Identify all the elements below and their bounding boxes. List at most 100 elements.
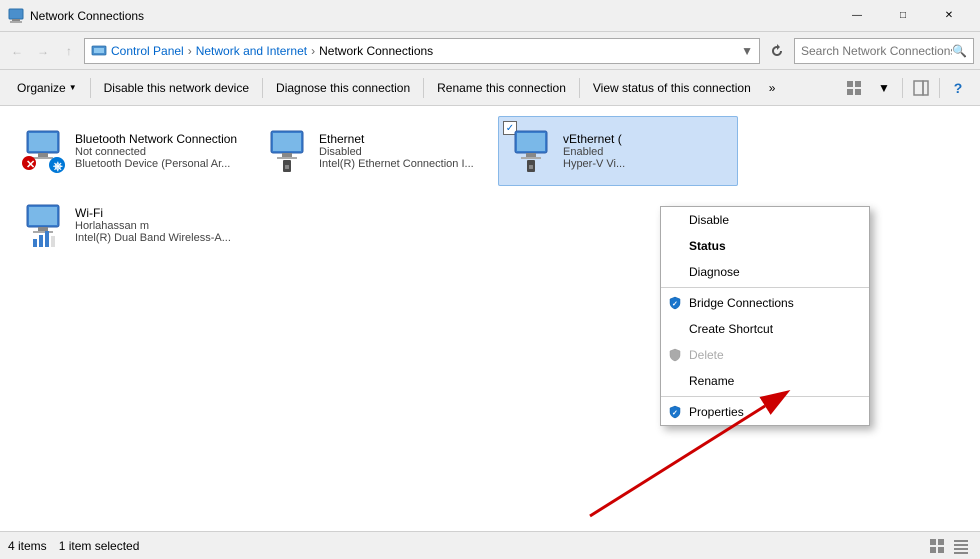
search-input[interactable] xyxy=(801,44,952,58)
context-bridge[interactable]: ✓ Bridge Connections xyxy=(661,290,869,316)
bluetooth-status: Not connected xyxy=(75,146,241,158)
context-bridge-label: Bridge Connections xyxy=(689,296,794,310)
large-icons-btn[interactable] xyxy=(926,535,948,557)
change-view-button[interactable] xyxy=(840,74,868,102)
forward-button[interactable]: → xyxy=(32,40,54,62)
view-status-button[interactable]: View status of this connection xyxy=(584,74,760,102)
refresh-icon xyxy=(770,44,784,58)
details-view-icon xyxy=(953,538,969,554)
context-status-label: Status xyxy=(689,239,726,253)
large-icons-icon xyxy=(929,538,945,554)
pane-icon xyxy=(913,80,929,96)
ethernet-detail: Intel(R) Ethernet Connection I... xyxy=(319,158,485,170)
disable-button[interactable]: Disable this network device xyxy=(95,74,258,102)
window-title: Network Connections xyxy=(30,9,834,23)
ethernet-icon xyxy=(263,127,311,175)
svg-text:✓: ✓ xyxy=(672,301,678,308)
context-disable-label: Disable xyxy=(689,213,729,227)
context-status[interactable]: Status xyxy=(661,233,869,259)
network-item-ethernet[interactable]: Ethernet Disabled Intel(R) Ethernet Conn… xyxy=(254,116,494,186)
wifi-detail: Intel(R) Dual Band Wireless-A... xyxy=(75,232,241,244)
wifi-icon xyxy=(19,201,67,249)
vethernet-icon xyxy=(507,127,555,175)
back-button[interactable]: ← xyxy=(6,40,28,62)
search-bar[interactable]: 🔍 xyxy=(794,38,974,64)
breadcrumb-cp[interactable]: Control Panel xyxy=(111,44,184,58)
statusbar: 4 items 1 item selected xyxy=(0,531,980,559)
context-delete[interactable]: Delete xyxy=(661,342,869,368)
toolbar-right: ▼ ? xyxy=(840,74,972,102)
context-rename-label: Rename xyxy=(689,374,734,388)
diagnose-label: Diagnose this connection xyxy=(276,81,410,95)
maximize-button[interactable]: □ xyxy=(880,0,926,32)
wifi-status: Horlahassan m xyxy=(75,220,241,232)
bluetooth-icon: ⎈ ✕ xyxy=(19,127,67,175)
shield-properties-icon: ✓ xyxy=(667,404,683,420)
refresh-button[interactable] xyxy=(764,38,790,64)
organize-dropdown-icon: ▼ xyxy=(69,83,77,92)
vethernet-status: Enabled xyxy=(563,146,729,158)
toolbar-separator-3 xyxy=(423,78,424,98)
vethernet-name: vEthernet ( xyxy=(563,132,729,146)
organize-label: Organize xyxy=(17,81,66,95)
context-disable[interactable]: Disable xyxy=(661,207,869,233)
network-item-wifi[interactable]: Wi-Fi Horlahassan m Intel(R) Dual Band W… xyxy=(10,190,250,260)
context-separator-2 xyxy=(661,396,869,397)
bluetooth-detail: Bluetooth Device (Personal Ar... xyxy=(75,158,241,170)
ethernet-info: Ethernet Disabled Intel(R) Ethernet Conn… xyxy=(319,132,485,170)
search-icon: 🔍 xyxy=(952,44,967,58)
toolbar-separator-4 xyxy=(579,78,580,98)
context-separator-1 xyxy=(661,287,869,288)
up-button[interactable]: ↑ xyxy=(58,40,80,62)
shield-bridge-icon: ✓ xyxy=(667,295,683,311)
ethernet-name: Ethernet xyxy=(319,132,485,146)
window-controls[interactable]: — □ ✕ xyxy=(834,0,972,32)
main-content: ⎈ ✕ Bluetooth Network Connection Not con… xyxy=(0,106,980,531)
more-options-button[interactable]: » xyxy=(762,74,783,102)
ethernet-status: Disabled xyxy=(319,146,485,158)
item-count: 4 items xyxy=(8,539,47,553)
bluetooth-info: Bluetooth Network Connection Not connect… xyxy=(75,132,241,170)
wifi-info: Wi-Fi Horlahassan m Intel(R) Dual Band W… xyxy=(75,206,241,244)
app-icon xyxy=(8,8,24,24)
help-button[interactable]: ? xyxy=(944,74,972,102)
rename-button[interactable]: Rename this connection xyxy=(428,74,575,102)
context-shortcut-label: Create Shortcut xyxy=(689,322,773,336)
context-menu: Disable Status Diagnose ✓ Bridge Connect… xyxy=(660,206,870,426)
context-diagnose[interactable]: Diagnose xyxy=(661,259,869,285)
disable-label: Disable this network device xyxy=(104,81,249,95)
breadcrumb-sep2: › xyxy=(311,44,315,58)
context-properties[interactable]: ✓ Properties xyxy=(661,399,869,425)
diagnose-button[interactable]: Diagnose this connection xyxy=(267,74,419,102)
selected-count: 1 item selected xyxy=(59,539,140,553)
breadcrumb-sep1: › xyxy=(188,44,192,58)
network-item-vethernet[interactable]: ✓ vEthernet ( Enabled Hyper-V Vi... xyxy=(498,116,738,186)
view-icon xyxy=(846,80,862,96)
vethernet-detail: Hyper-V Vi... xyxy=(563,158,729,170)
breadcrumb[interactable]: Control Panel › Network and Internet › N… xyxy=(84,38,760,64)
breadcrumb-current: Network Connections xyxy=(319,44,433,58)
svg-text:✕: ✕ xyxy=(26,159,35,171)
close-button[interactable]: ✕ xyxy=(926,0,972,32)
view-status-label: View status of this connection xyxy=(593,81,751,95)
minimize-button[interactable]: — xyxy=(834,0,880,32)
svg-text:✓: ✓ xyxy=(672,410,678,417)
svg-text:⎈: ⎈ xyxy=(53,159,63,173)
details-view-btn[interactable] xyxy=(950,535,972,557)
wifi-name: Wi-Fi xyxy=(75,206,241,220)
breadcrumb-dropdown-btn[interactable]: ▼ xyxy=(741,44,753,58)
context-delete-label: Delete xyxy=(689,348,724,362)
view-dropdown-button[interactable]: ▼ xyxy=(870,74,898,102)
network-item-bluetooth[interactable]: ⎈ ✕ Bluetooth Network Connection Not con… xyxy=(10,116,250,186)
details-pane-button[interactable] xyxy=(907,74,935,102)
context-rename[interactable]: Rename xyxy=(661,368,869,394)
organize-button[interactable]: Organize ▼ xyxy=(8,74,86,102)
rename-label: Rename this connection xyxy=(437,81,566,95)
toolbar: Organize ▼ Disable this network device D… xyxy=(0,70,980,106)
context-shortcut[interactable]: Create Shortcut xyxy=(661,316,869,342)
toolbar-separator-6 xyxy=(939,78,940,98)
breadcrumb-ni[interactable]: Network and Internet xyxy=(196,44,307,58)
shield-delete-icon xyxy=(667,347,683,363)
toolbar-separator-2 xyxy=(262,78,263,98)
bluetooth-name: Bluetooth Network Connection xyxy=(75,132,241,146)
